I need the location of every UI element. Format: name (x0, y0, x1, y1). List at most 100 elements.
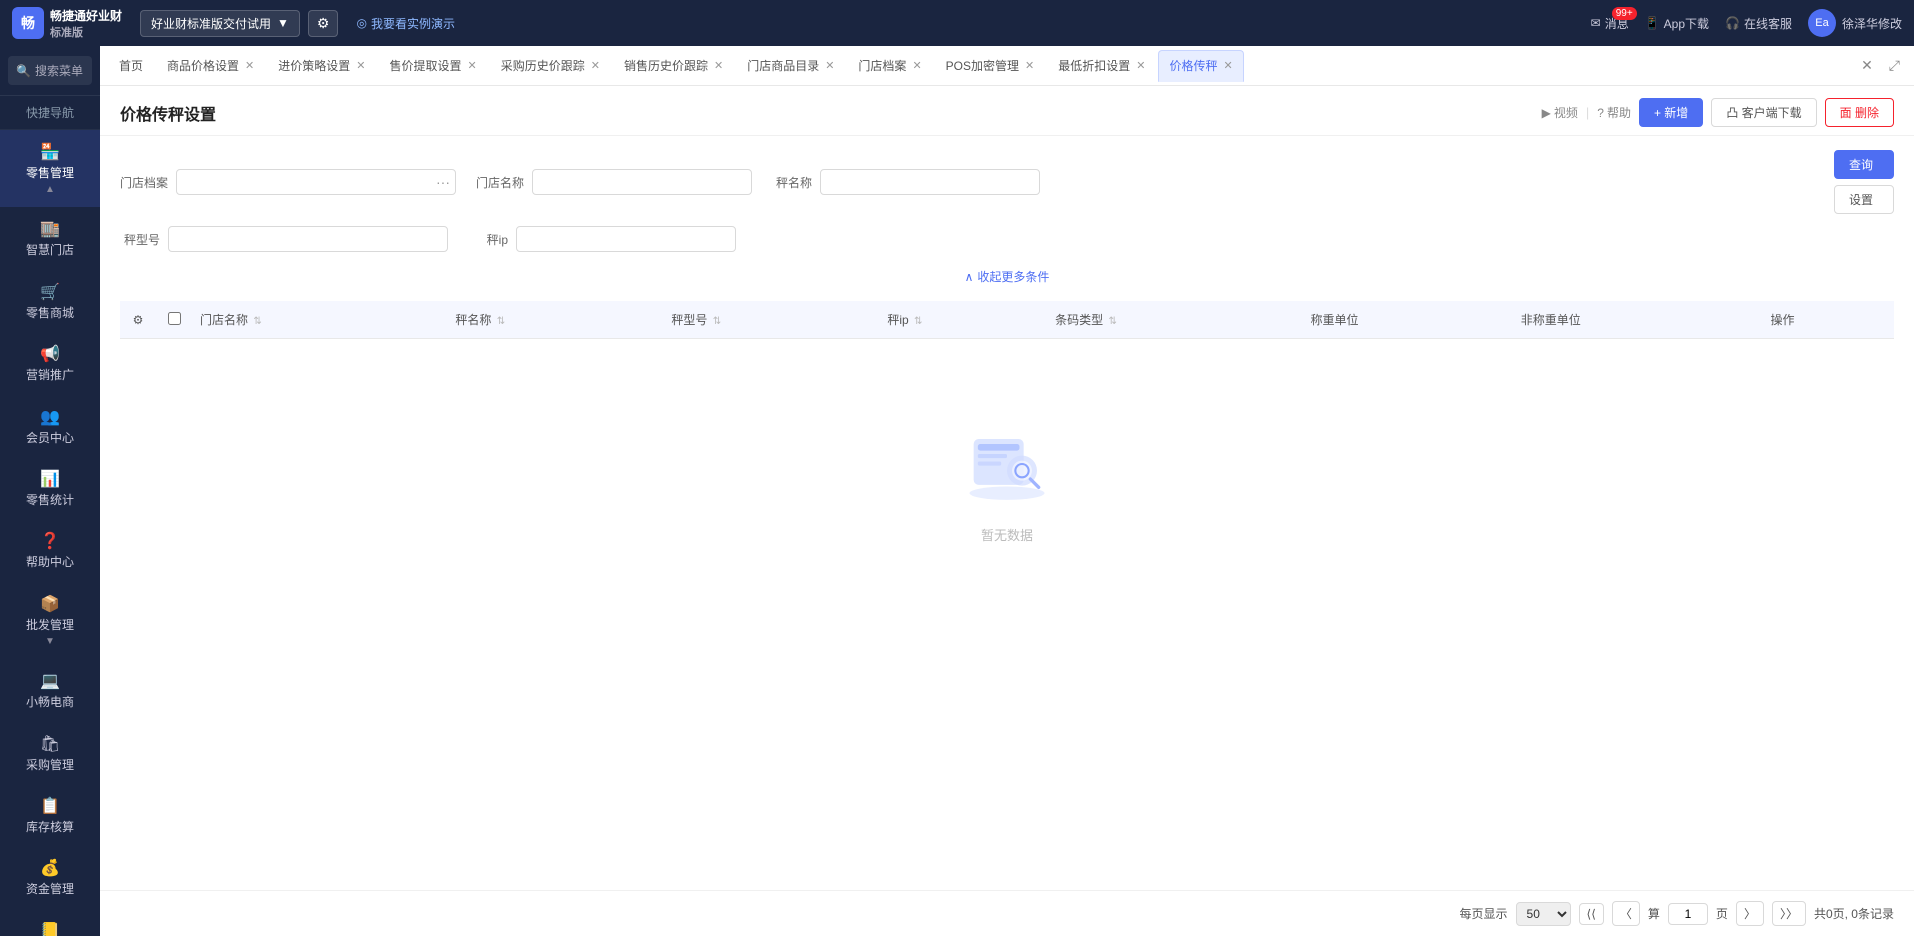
sidebar-item-member[interactable]: 👥 会员中心 (0, 395, 100, 457)
sidebar-item-smart-store[interactable]: 🏬 智慧门店 (0, 207, 100, 269)
sort-icon[interactable]: ⇅ (253, 316, 261, 327)
tab-sell-extract[interactable]: 售价提取设置 ✕ (378, 50, 487, 82)
tab-close-icon[interactable]: ✕ (245, 59, 254, 72)
download-icon: 📱 (1645, 16, 1660, 30)
delete-button[interactable]: 面 删除 (1825, 98, 1894, 127)
table-settings-icon[interactable]: ⚙ (133, 313, 144, 327)
th-store-name: 门店名称 ⇅ (192, 301, 447, 339)
tab-close-icon[interactable]: ✕ (1136, 59, 1145, 72)
sidebar-item-wholesale[interactable]: 📦 批发管理 ▼ (0, 582, 100, 659)
sort-icon[interactable]: ⇅ (497, 316, 505, 327)
sidebar-item-ledger[interactable]: 📒 总账管理 (0, 909, 100, 936)
sidebar-item-marketing[interactable]: 📢 营销推广 (0, 332, 100, 394)
top-bar: 畅 畅捷通好业财 标准版 好业财标准版交付试用 ▼ ⚙ ◎ 我要看实例演示 ✉ … (0, 0, 1914, 46)
store-profile-dots-button[interactable]: ··· (436, 174, 450, 190)
sidebar-item-retail-mgmt[interactable]: 🏪 零售管理 ▲ (0, 130, 100, 207)
video-link[interactable]: ▶ 视频 (1542, 104, 1578, 121)
close-tab-button[interactable]: ✕ (1855, 53, 1879, 78)
app-name: 畅捷通好业财 标准版 (50, 7, 122, 40)
inventory-icon: 📋 (40, 796, 60, 816)
th-non-weight-unit: 非称重单位 (1513, 301, 1763, 339)
tab-purchase-history[interactable]: 采购历史价跟踪 ✕ (490, 50, 611, 82)
demo-link[interactable]: ◎ 我要看实例演示 (356, 15, 455, 32)
th-scale-ip: 秤ip ⇅ (879, 301, 1047, 339)
select-all-checkbox[interactable] (168, 312, 181, 325)
th-checkbox (156, 301, 192, 339)
sidebar: 🔍 搜索菜单 快捷导航 🏪 零售管理 ▲ 🏬 智慧门店 🛒 零售商城 (0, 46, 100, 936)
scale-model-input[interactable] (168, 226, 448, 252)
add-button[interactable]: + 新增 (1639, 98, 1703, 127)
online-service-button[interactable]: 🎧 在线客服 (1725, 15, 1792, 32)
sidebar-item-inventory[interactable]: 📋 库存核算 (0, 784, 100, 846)
tab-close-icon[interactable]: ✕ (356, 59, 365, 72)
retail-icon: 🏪 (40, 142, 60, 162)
empty-text: 暂无数据 (981, 525, 1033, 544)
page-number-input[interactable] (1668, 903, 1708, 925)
tab-close-icon[interactable]: ✕ (468, 59, 477, 72)
tab-pos-encryption[interactable]: POS加密管理 ✕ (935, 50, 1046, 82)
tab-store-profile[interactable]: 门店档案 ✕ (847, 50, 932, 82)
filter-scale-name: 秤名称 (772, 169, 1040, 195)
content-area: 首页 商品价格设置 ✕ 进价策略设置 ✕ 售价提取设置 ✕ 采购历史价跟踪 ✕ (100, 46, 1914, 936)
first-page-button[interactable]: ⟨⟨ (1579, 903, 1604, 925)
marketing-icon: 📢 (40, 344, 60, 364)
settings-filter-button[interactable]: 设置 (1834, 185, 1894, 214)
sidebar-item-help[interactable]: ❓ 帮助中心 (0, 519, 100, 581)
play-icon: ◎ (356, 16, 366, 30)
tab-home[interactable]: 首页 (108, 50, 154, 82)
store-profile-input[interactable] (176, 169, 456, 195)
next-page-button[interactable]: 〉 (1736, 901, 1764, 926)
sidebar-item-retail-stats[interactable]: 📊 零售统计 (0, 457, 100, 519)
tab-close-icon[interactable]: ✕ (1025, 59, 1034, 72)
tab-close-icon[interactable]: ✕ (591, 59, 600, 72)
user-info[interactable]: Ea 徐泽华修改 (1808, 9, 1902, 37)
store-name-input[interactable] (532, 169, 752, 195)
fund-icon: 💰 (40, 858, 60, 878)
th-barcode-type: 条码类型 ⇅ (1047, 301, 1302, 339)
tab-close-icon[interactable]: ✕ (912, 59, 921, 72)
tab-price-scale[interactable]: 价格传秤 ✕ (1158, 50, 1243, 82)
help-circle-icon: ? (1597, 106, 1604, 120)
page-size-label: 每页显示 (1460, 905, 1508, 922)
filter-area: 门店档案 ··· 门店名称 秤名称 (100, 136, 1914, 301)
search-icon: 🔍 (16, 64, 31, 78)
prev-page-button[interactable]: 〈 (1612, 901, 1640, 926)
sidebar-item-purchase[interactable]: 🛍 采购管理 (0, 722, 100, 784)
page-unit: 页 (1716, 905, 1728, 922)
version-selector[interactable]: 好业财标准版交付试用 ▼ (140, 10, 300, 37)
tab-close-icon[interactable]: ✕ (825, 59, 834, 72)
sidebar-item-fund[interactable]: 💰 资金管理 (0, 846, 100, 908)
tab-min-discount[interactable]: 最低折扣设置 ✕ (1047, 50, 1156, 82)
query-button[interactable]: 查询 (1834, 150, 1894, 179)
tab-sales-history[interactable]: 销售历史价跟踪 ✕ (613, 50, 734, 82)
purchase-icon: 🛍 (40, 734, 60, 754)
client-download-button[interactable]: 凸 客户端下载 (1711, 98, 1816, 127)
filter-scale-ip: 秤ip (468, 226, 736, 252)
sidebar-item-retail-mall[interactable]: 🛒 零售商城 (0, 270, 100, 332)
messages-button[interactable]: ✉ 消息 99+ (1591, 15, 1629, 32)
sort-icon[interactable]: ⇅ (713, 316, 721, 327)
last-page-button[interactable]: 〉〉 (1772, 901, 1806, 926)
scale-name-input[interactable] (820, 169, 1040, 195)
collapse-filters-button[interactable]: ∧ 收起更多条件 (120, 264, 1894, 293)
tab-product-pricing[interactable]: 商品价格设置 ✕ (156, 50, 265, 82)
app-download-button[interactable]: 📱 App下载 (1645, 15, 1709, 32)
message-icon: ✉ (1591, 16, 1601, 30)
page-size-select[interactable]: 50 10 20 100 (1516, 902, 1571, 926)
help-link[interactable]: ? 帮助 (1597, 104, 1631, 121)
tab-purchase-strategy[interactable]: 进价策略设置 ✕ (267, 50, 376, 82)
scale-ip-input[interactable] (516, 226, 736, 252)
maximize-tab-button[interactable]: ⤢ (1883, 53, 1906, 78)
top-settings-button[interactable]: ⚙ (308, 10, 339, 37)
headset-icon: 🎧 (1725, 16, 1740, 30)
tab-store-catalog[interactable]: 门店商品目录 ✕ (736, 50, 845, 82)
tab-close-icon[interactable]: ✕ (1223, 59, 1232, 72)
sidebar-item-ecom[interactable]: 💻 小畅电商 (0, 659, 100, 721)
sort-icon[interactable]: ⇅ (914, 316, 922, 327)
store-name-label: 门店名称 (476, 174, 524, 191)
sidebar-quick-nav[interactable]: 快捷导航 (0, 96, 100, 130)
tab-close-icon[interactable]: ✕ (714, 59, 723, 72)
search-menu-button[interactable]: 🔍 搜索菜单 (8, 56, 92, 85)
sort-icon[interactable]: ⇅ (1108, 316, 1116, 327)
table-header-row: ⚙ 门店名称 ⇅ 秤名称 (120, 301, 1894, 339)
